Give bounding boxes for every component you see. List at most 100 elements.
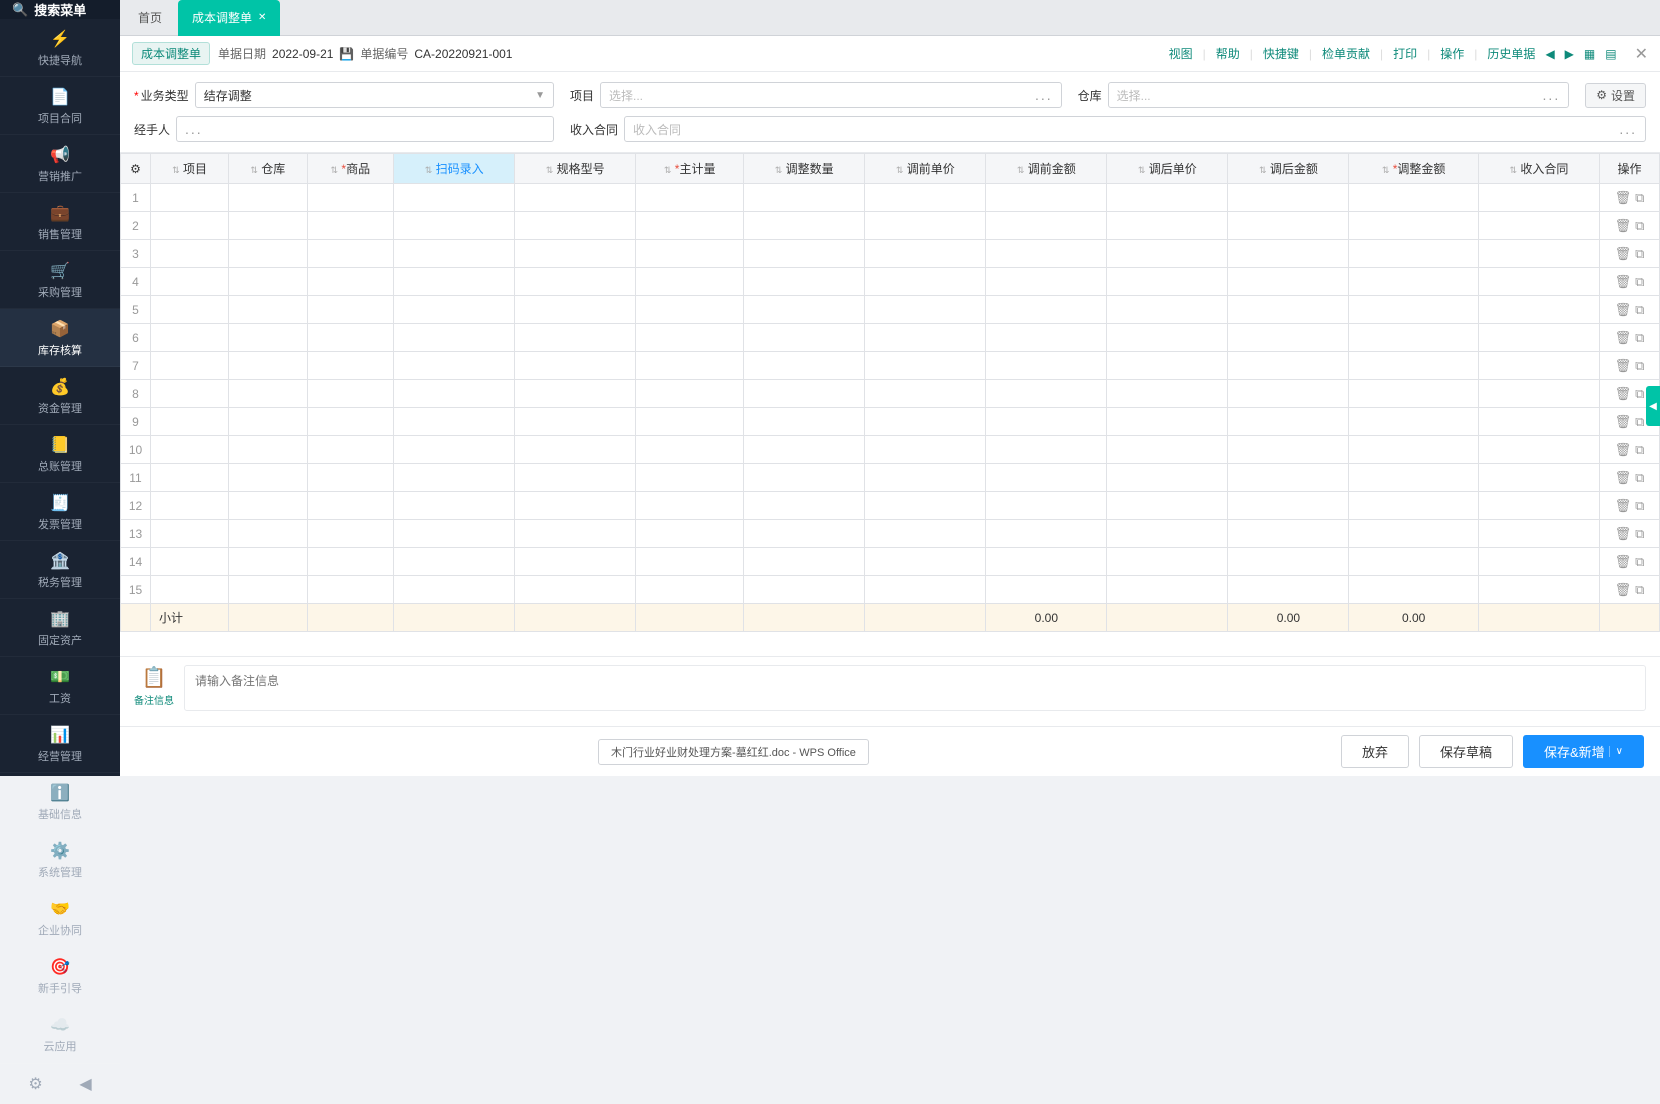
cell-after-price-12[interactable] xyxy=(1107,492,1228,520)
right-edge-indicator[interactable]: ◀ xyxy=(1646,386,1660,426)
cell-unit-8[interactable] xyxy=(636,380,744,408)
action-[interactable]: 打印 xyxy=(1393,45,1417,62)
cell-spec-type-3[interactable] xyxy=(515,240,636,268)
delete-icon-13[interactable]: 🗑 xyxy=(1615,526,1632,542)
cell-before-amount-15[interactable] xyxy=(986,576,1107,604)
action-cell-5[interactable]: 🗑⧉ xyxy=(1600,296,1660,324)
cell-income-contract-8[interactable] xyxy=(1478,380,1599,408)
cell-after-price-8[interactable] xyxy=(1107,380,1228,408)
cell-after-amount-10[interactable] xyxy=(1228,436,1349,464)
cell-before-amount-13[interactable] xyxy=(986,520,1107,548)
cell-income-contract-14[interactable] xyxy=(1478,548,1599,576)
sidebar-item-purchase-mgmt[interactable]: 🛒采购管理 xyxy=(0,251,120,309)
cell-warehouse-11[interactable] xyxy=(229,464,307,492)
cell-before-amount-11[interactable] xyxy=(986,464,1107,492)
sidebar-item-fund-mgmt[interactable]: 💰资金管理 xyxy=(0,367,120,425)
action-cell-7[interactable]: 🗑⧉ xyxy=(1600,352,1660,380)
cell-income-contract-2[interactable] xyxy=(1478,212,1599,240)
cell-goods-11[interactable] xyxy=(307,464,394,492)
cell-before-price-10[interactable] xyxy=(865,436,986,464)
cell-before-amount-4[interactable] xyxy=(986,268,1107,296)
cell-adj-amount-4[interactable] xyxy=(1349,268,1478,296)
action-[interactable]: 视图 xyxy=(1169,45,1193,62)
cell-after-amount-8[interactable] xyxy=(1228,380,1349,408)
cell-before-price-5[interactable] xyxy=(865,296,986,324)
cell-income-contract-6[interactable] xyxy=(1478,324,1599,352)
action-[interactable]: 检单贡献 xyxy=(1322,45,1370,62)
copy-icon-7[interactable]: ⧉ xyxy=(1635,358,1644,374)
action-cell-1[interactable]: 🗑⧉ xyxy=(1600,184,1660,212)
col-header-settings[interactable]: ⚙ xyxy=(121,154,151,184)
copy-icon-1[interactable]: ⧉ xyxy=(1635,190,1644,206)
copy-icon-3[interactable]: ⧉ xyxy=(1635,246,1644,262)
cell-income-contract-11[interactable] xyxy=(1478,464,1599,492)
copy-icon-14[interactable]: ⧉ xyxy=(1635,554,1644,570)
cell-before-price-4[interactable] xyxy=(865,268,986,296)
action-cell-4[interactable]: 🗑⧉ xyxy=(1600,268,1660,296)
cell-adj-qty-8[interactable] xyxy=(744,380,865,408)
cell-adj-amount-10[interactable] xyxy=(1349,436,1478,464)
cell-unit-5[interactable] xyxy=(636,296,744,324)
cell-after-amount-7[interactable] xyxy=(1228,352,1349,380)
copy-icon-8[interactable]: ⧉ xyxy=(1635,386,1644,402)
cell-before-price-12[interactable] xyxy=(865,492,986,520)
cell-project-7[interactable] xyxy=(151,352,229,380)
cell-warehouse-7[interactable] xyxy=(229,352,307,380)
cell-warehouse-6[interactable] xyxy=(229,324,307,352)
sidebar-item-inventory-check[interactable]: 📦库存核算 xyxy=(0,309,120,367)
tab-home[interactable]: 首页 xyxy=(124,2,176,34)
view-icon-1[interactable]: ▤ xyxy=(1605,47,1616,61)
cell-warehouse-3[interactable] xyxy=(229,240,307,268)
cell-warehouse-8[interactable] xyxy=(229,380,307,408)
cell-after-price-6[interactable] xyxy=(1107,324,1228,352)
delete-icon-15[interactable]: 🗑 xyxy=(1615,582,1632,598)
cell-after-amount-12[interactable] xyxy=(1228,492,1349,520)
copy-icon-6[interactable]: ⧉ xyxy=(1635,330,1644,346)
cell-project-14[interactable] xyxy=(151,548,229,576)
cell-project-5[interactable] xyxy=(151,296,229,324)
cell-income-contract-12[interactable] xyxy=(1478,492,1599,520)
copy-icon-13[interactable]: ⧉ xyxy=(1635,526,1644,542)
delete-icon-5[interactable]: 🗑 xyxy=(1615,302,1632,318)
delete-icon-14[interactable]: 🗑 xyxy=(1615,554,1632,570)
cell-adj-qty-5[interactable] xyxy=(744,296,865,324)
action-cell-2[interactable]: 🗑⧉ xyxy=(1600,212,1660,240)
delete-icon-1[interactable]: 🗑 xyxy=(1615,190,1632,206)
cell-before-price-13[interactable] xyxy=(865,520,986,548)
cell-warehouse-1[interactable] xyxy=(229,184,307,212)
cell-spec-type-11[interactable] xyxy=(515,464,636,492)
project-input[interactable]: 选择... ... xyxy=(600,82,1062,108)
close-icon[interactable]: ✕ xyxy=(1635,44,1648,64)
cell-spec-type-8[interactable] xyxy=(515,380,636,408)
cell-scan-input-14[interactable] xyxy=(394,548,515,576)
cell-after-amount-5[interactable] xyxy=(1228,296,1349,324)
cell-scan-input-5[interactable] xyxy=(394,296,515,324)
cell-after-price-9[interactable] xyxy=(1107,408,1228,436)
income-contract-input[interactable]: 收入合同 ... xyxy=(624,116,1646,142)
cell-spec-type-4[interactable] xyxy=(515,268,636,296)
cell-spec-type-7[interactable] xyxy=(515,352,636,380)
cell-before-amount-9[interactable] xyxy=(986,408,1107,436)
cell-goods-7[interactable] xyxy=(307,352,394,380)
cell-unit-10[interactable] xyxy=(636,436,744,464)
cell-income-contract-9[interactable] xyxy=(1478,408,1599,436)
cell-adj-qty-13[interactable] xyxy=(744,520,865,548)
cell-project-3[interactable] xyxy=(151,240,229,268)
cell-adj-amount-1[interactable] xyxy=(1349,184,1478,212)
cell-project-13[interactable] xyxy=(151,520,229,548)
cell-spec-type-14[interactable] xyxy=(515,548,636,576)
cell-adj-qty-11[interactable] xyxy=(744,464,865,492)
cell-income-contract-3[interactable] xyxy=(1478,240,1599,268)
cell-after-amount-1[interactable] xyxy=(1228,184,1349,212)
view-icon-0[interactable]: ▦ xyxy=(1584,47,1595,61)
handler-input[interactable]: ... xyxy=(176,116,554,142)
delete-icon-4[interactable]: 🗑 xyxy=(1615,274,1632,290)
cell-income-contract-5[interactable] xyxy=(1478,296,1599,324)
cell-goods-1[interactable] xyxy=(307,184,394,212)
cell-spec-type-10[interactable] xyxy=(515,436,636,464)
cell-goods-15[interactable] xyxy=(307,576,394,604)
cell-scan-input-6[interactable] xyxy=(394,324,515,352)
nav-next-icon[interactable]: ▶ xyxy=(1565,47,1574,61)
cell-adj-amount-8[interactable] xyxy=(1349,380,1478,408)
cell-warehouse-10[interactable] xyxy=(229,436,307,464)
